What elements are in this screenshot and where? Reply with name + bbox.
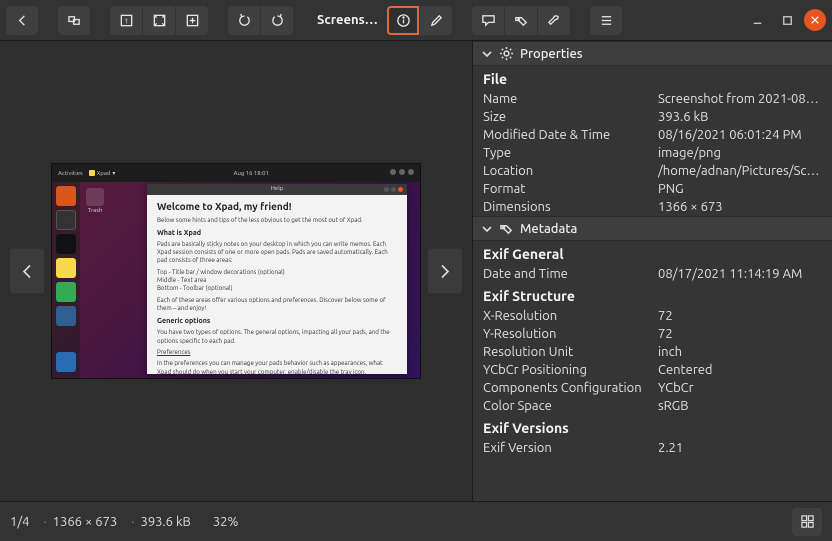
section-properties[interactable]: Properties [473, 41, 832, 66]
properties-panel[interactable]: Properties File NameScreenshot from 2021… [472, 41, 832, 501]
thumb-launcher [52, 182, 80, 378]
prop-row: Y-Resolution72 [473, 325, 832, 343]
fullscreen-toggle-button[interactable] [58, 6, 90, 35]
maximize-button[interactable] [774, 6, 800, 35]
window-title: Screens… [313, 13, 383, 27]
section-title: Properties [520, 47, 583, 61]
prop-row: Dimensions1366 × 673 [473, 198, 832, 216]
prev-image-button[interactable] [10, 249, 44, 294]
prop-row: Size393.6 kB [473, 108, 832, 126]
status-zoom: 32% [213, 515, 239, 529]
thumb-h1: Welcome to Xpad, my friend! [157, 200, 397, 214]
prop-row: Color SpacesRGB [473, 397, 832, 415]
zoom-fit-width-button[interactable] [176, 6, 208, 35]
launcher-icon [56, 186, 76, 206]
zoom-fit-button[interactable] [143, 6, 175, 35]
minimize-button[interactable] [744, 6, 770, 35]
thumb-activities: Activities [58, 170, 83, 177]
main-area: Activities Xpad▾ Aug 16 18:01 Trash Help [0, 41, 832, 501]
launcher-icon [56, 210, 76, 230]
hamburger-menu-button[interactable] [590, 6, 622, 35]
thumb-help-window: Help Welcome to Xpad, my friend! Below s… [147, 184, 407, 374]
group-file: File [473, 66, 832, 90]
prop-row: Typeimage/png [473, 144, 832, 162]
statusbar: 1/4 1366 × 673 393.6 kB 32% [0, 501, 832, 541]
tools-group [472, 6, 570, 35]
prop-row: YCbCr PositioningCentered [473, 361, 832, 379]
prop-row: Exif Version2.21 [473, 439, 832, 457]
back-button[interactable] [6, 6, 38, 35]
thumb-clock: Aug 16 18:01 [121, 170, 381, 177]
launcher-icon [56, 352, 76, 372]
tag-button[interactable] [505, 6, 537, 35]
launcher-icon [56, 258, 76, 278]
chevron-down-icon [481, 223, 493, 235]
status-filesize: 393.6 kB [125, 515, 191, 529]
status-dimensions: 1366 × 673 [37, 515, 117, 529]
thumb-topbar: Activities Xpad▾ Aug 16 18:01 [52, 164, 420, 182]
prop-row: FormatPNG [473, 180, 832, 198]
rotate-right-button[interactable] [261, 6, 293, 35]
svg-text:1: 1 [124, 17, 128, 25]
comment-button[interactable] [472, 6, 504, 35]
properties-button[interactable] [387, 6, 419, 35]
section-metadata[interactable]: Metadata [473, 216, 832, 241]
rotate-left-button[interactable] [228, 6, 260, 35]
prop-row: Location/home/adnan/Pictures/Scre… [473, 162, 832, 180]
next-image-button[interactable] [428, 249, 462, 294]
chevron-down-icon [481, 48, 493, 60]
image-viewer[interactable]: Activities Xpad▾ Aug 16 18:01 Trash Help [0, 41, 472, 501]
prop-row: NameScreenshot from 2021-08-1… [473, 90, 832, 108]
titlebar: 1 Screens… [0, 0, 832, 41]
info-edit-group [387, 6, 452, 35]
launcher-icon [56, 306, 76, 326]
status-index: 1/4 [10, 515, 29, 529]
prop-row: Components ConfigurationYCbCr [473, 379, 832, 397]
prop-row: X-Resolution72 [473, 307, 832, 325]
thumb-app-indicator: Xpad▾ [89, 170, 116, 177]
prop-row: Date and Time08/17/2021 11:14:19 AM [473, 265, 832, 283]
rotate-group [228, 6, 293, 35]
group-exif-structure: Exif Structure [473, 283, 832, 307]
prop-row: Resolution Unitinch [473, 343, 832, 361]
prop-row: Modified Date & Time08/16/2021 06:01:24 … [473, 126, 832, 144]
thumb-help-titlebar: Help [147, 184, 407, 195]
group-exif-general: Exif General [473, 241, 832, 265]
section-title: Metadata [520, 222, 577, 236]
launcher-icon [56, 282, 76, 302]
thumb-sys-icons [387, 169, 414, 177]
close-button[interactable] [804, 9, 826, 31]
tools-button[interactable] [538, 6, 570, 35]
thumbnails-grid-button[interactable] [792, 508, 822, 536]
group-exif-versions: Exif Versions [473, 415, 832, 439]
zoom-original-button[interactable]: 1 [110, 6, 142, 35]
thumb-trash-label: Trash [84, 188, 106, 214]
tag-icon [499, 221, 514, 236]
edit-button[interactable] [420, 6, 452, 35]
fit-group: 1 [110, 6, 208, 35]
launcher-icon [56, 234, 76, 254]
gear-icon [499, 46, 514, 61]
image-content: Activities Xpad▾ Aug 16 18:01 Trash Help [51, 163, 421, 379]
